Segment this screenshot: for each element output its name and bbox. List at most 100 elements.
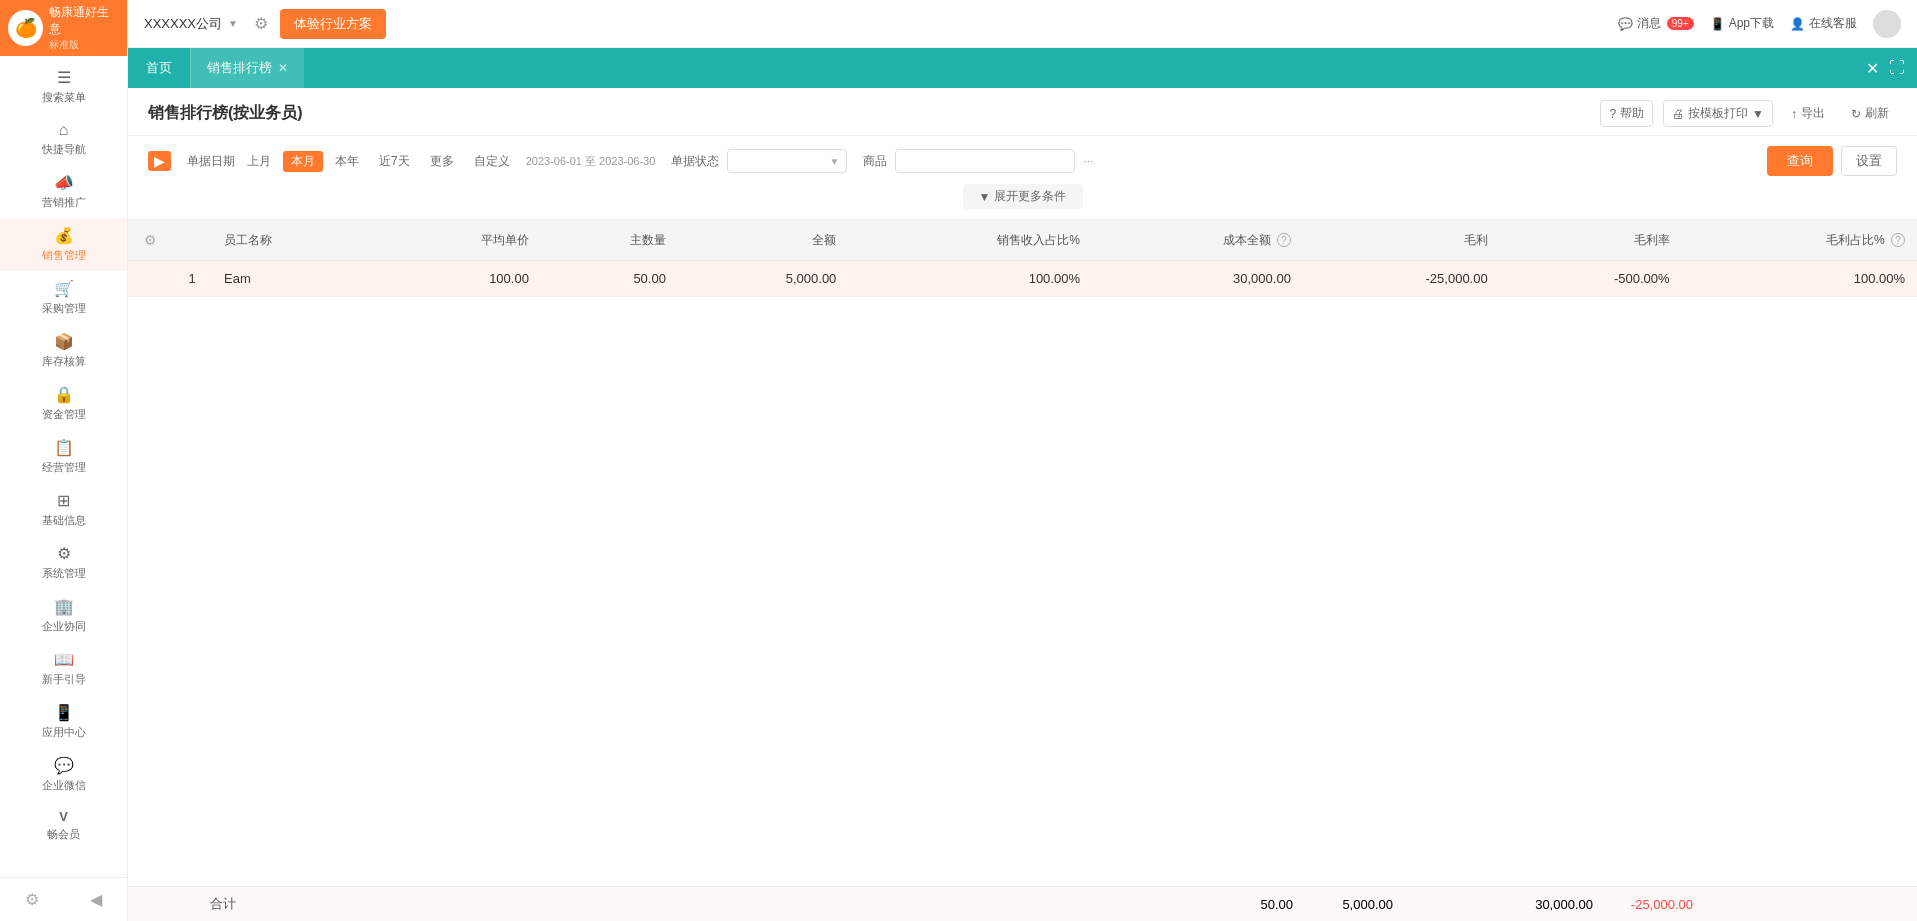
table-footer: 合计 50.00 5,000.00 30,000.00 -25,000.00 <box>128 886 1917 921</box>
guide-icon: 📖 <box>54 650 74 669</box>
filter-toggle[interactable]: ▶ <box>148 151 171 171</box>
tab-sales-ranking[interactable]: 销售排行榜 ✕ <box>191 48 304 88</box>
sidebar-item-enterprise[interactable]: 🏢 企业协同 <box>0 589 127 642</box>
gross-pct-info-icon[interactable]: ? <box>1891 233 1905 247</box>
system-icon: ⚙ <box>57 544 71 563</box>
sidebar-item-inventory[interactable]: 📦 库存核算 <box>0 324 127 377</box>
message-label: 消息 <box>1637 15 1661 32</box>
sidebar-item-basic-info[interactable]: ⊞ 基础信息 <box>0 483 127 536</box>
sidebar-label-search: 搜索菜单 <box>42 90 86 105</box>
marketing-icon: 📣 <box>54 173 74 192</box>
top-header: XXXXXX公司 ▼ ⚙ 体验行业方案 💬 消息 99+ 📱 App下载 👤 在… <box>128 0 1917 48</box>
operation-icon: 📋 <box>54 438 74 457</box>
avatar[interactable] <box>1873 10 1901 38</box>
sidebar-item-quick-nav[interactable]: ⌂ 快捷导航 <box>0 113 127 165</box>
sidebar-item-member[interactable]: V 畅会员 <box>0 801 127 850</box>
page-header: 销售排行榜(按业务员) ? 帮助 🖨 按模板打印 ▼ ↑ 导出 ↻ 刷新 <box>128 88 1917 136</box>
template-print-button[interactable]: 🖨 按模板打印 ▼ <box>1663 100 1773 127</box>
status-select[interactable] <box>727 149 847 173</box>
sidebar-item-search[interactable]: ☰ 搜索菜单 <box>0 60 127 113</box>
sidebar-label-purchase: 采购管理 <box>42 301 86 316</box>
sidebar-item-system[interactable]: ⚙ 系统管理 <box>0 536 127 589</box>
th-sales-pct: 销售收入占比% <box>848 220 1092 261</box>
sidebar-item-app-center[interactable]: 📱 应用中心 <box>0 695 127 748</box>
header-settings-icon[interactable]: ⚙ <box>254 14 268 33</box>
filter-more-btn[interactable]: ··· <box>1083 154 1093 168</box>
th-cost: 成本全额 ? <box>1092 220 1303 261</box>
th-employee: 员工名称 <box>212 220 376 261</box>
sidebar-label-member: 畅会员 <box>47 827 80 842</box>
cost-info-icon[interactable]: ? <box>1277 233 1291 247</box>
col-settings-icon[interactable]: ⚙ <box>140 230 160 250</box>
purchase-icon: 🛒 <box>54 279 74 298</box>
sidebar-settings-icon[interactable]: ⚙ <box>21 886 43 913</box>
td-settings <box>128 261 172 297</box>
th-rank <box>172 220 212 261</box>
trial-button[interactable]: 体验行业方案 <box>280 9 386 39</box>
date-btn-custom[interactable]: 自定义 <box>466 151 518 172</box>
date-btn-7days[interactable]: 近7天 <box>371 151 418 172</box>
app-download-label: App下载 <box>1729 15 1774 32</box>
goods-label: 商品 <box>863 153 887 170</box>
table-row: 1 Eam 100.00 50.00 5,000.00 100.00% 30,0… <box>128 261 1917 297</box>
filter-toggle-icon[interactable]: ▶ <box>148 151 171 171</box>
td-amount: 5,000.00 <box>678 261 848 297</box>
sidebar-item-operation[interactable]: 📋 经营管理 <box>0 430 127 483</box>
status-label: 单据状态 <box>671 153 719 170</box>
date-btn-more[interactable]: 更多 <box>422 151 462 172</box>
table-header: ⚙ 员工名称 平均单价 主数量 全额 销售收入占比% 成本全额 ? <box>128 220 1917 261</box>
tab-bar-right: ✕ ⛶ <box>1866 59 1917 78</box>
sidebar-item-sales[interactable]: 💰 销售管理 <box>0 218 127 271</box>
expand-more-button[interactable]: ▼ 展开更多条件 <box>963 184 1083 209</box>
tab-home[interactable]: 首页 <box>128 48 191 88</box>
logo-subtitle: 标准版 <box>49 38 119 52</box>
company-name: XXXXXX公司 <box>144 15 222 33</box>
date-btn-this-month[interactable]: 本月 <box>283 151 323 172</box>
tab-bar: 首页 销售排行榜 ✕ ✕ ⛶ <box>128 48 1917 88</box>
header-row: ⚙ 员工名称 平均单价 主数量 全额 销售收入占比% 成本全额 ? <box>128 220 1917 261</box>
sidebar-item-finance[interactable]: 🔒 资金管理 <box>0 377 127 430</box>
table-area: ⚙ 员工名称 平均单价 主数量 全额 销售收入占比% 成本全额 ? <box>128 220 1917 886</box>
print-arrow-icon: ▼ <box>1752 107 1764 121</box>
tab-close-icon[interactable]: ✕ <box>278 61 288 75</box>
page-content: 销售排行榜(按业务员) ? 帮助 🖨 按模板打印 ▼ ↑ 导出 ↻ 刷新 <box>128 88 1917 921</box>
sidebar-label-app-center: 应用中心 <box>42 725 86 740</box>
logo-icon: 🍊 <box>8 10 43 46</box>
tab-window-close-icon[interactable]: ✕ <box>1866 59 1879 78</box>
refresh-button[interactable]: ↻ 刷新 <box>1843 101 1897 126</box>
message-button[interactable]: 💬 消息 99+ <box>1618 15 1694 32</box>
sidebar-item-marketing[interactable]: 📣 营销推广 <box>0 165 127 218</box>
query-button[interactable]: 查询 <box>1767 146 1833 176</box>
company-selector[interactable]: XXXXXX公司 ▼ <box>144 15 238 33</box>
date-btn-this-year[interactable]: 本年 <box>327 151 367 172</box>
sidebar-item-guide[interactable]: 📖 新手引导 <box>0 642 127 695</box>
message-icon: 💬 <box>1618 17 1633 31</box>
export-label: 导出 <box>1801 105 1825 122</box>
table-wrapper: ⚙ 员工名称 平均单价 主数量 全额 销售收入占比% 成本全额 ? <box>128 220 1917 921</box>
online-service-button[interactable]: 👤 在线客服 <box>1790 15 1857 32</box>
refresh-icon: ↻ <box>1851 107 1861 121</box>
th-qty: 主数量 <box>541 220 678 261</box>
td-employee: Eam <box>212 261 376 297</box>
sidebar-item-wechat[interactable]: 💬 企业微信 <box>0 748 127 801</box>
sidebar-label-sales: 销售管理 <box>42 248 86 263</box>
search-menu-icon: ☰ <box>57 68 71 87</box>
expand-down-icon: ▼ <box>979 190 991 204</box>
app-download-button[interactable]: 📱 App下载 <box>1710 15 1774 32</box>
sidebar-label-basic-info: 基础信息 <box>42 513 86 528</box>
data-table: ⚙ 员工名称 平均单价 主数量 全额 销售收入占比% 成本全额 ? <box>128 220 1917 297</box>
goods-input[interactable] <box>895 149 1075 173</box>
goods-filter-group: 商品 ··· <box>863 149 1093 173</box>
app-center-icon: 📱 <box>54 703 74 722</box>
th-settings[interactable]: ⚙ <box>128 220 172 261</box>
status-select-container: ▼ <box>727 149 847 173</box>
date-btn-last-month[interactable]: 上月 <box>239 151 279 172</box>
sidebar-label-inventory: 库存核算 <box>42 354 86 369</box>
td-rank: 1 <box>172 261 212 297</box>
sidebar-collapse-icon[interactable]: ◀ <box>86 886 106 913</box>
tab-expand-icon[interactable]: ⛶ <box>1889 59 1905 77</box>
help-button[interactable]: ? 帮助 <box>1600 100 1653 127</box>
sidebar-item-purchase[interactable]: 🛒 采购管理 <box>0 271 127 324</box>
setting-button[interactable]: 设置 <box>1841 146 1897 176</box>
export-button[interactable]: ↑ 导出 <box>1783 101 1833 126</box>
